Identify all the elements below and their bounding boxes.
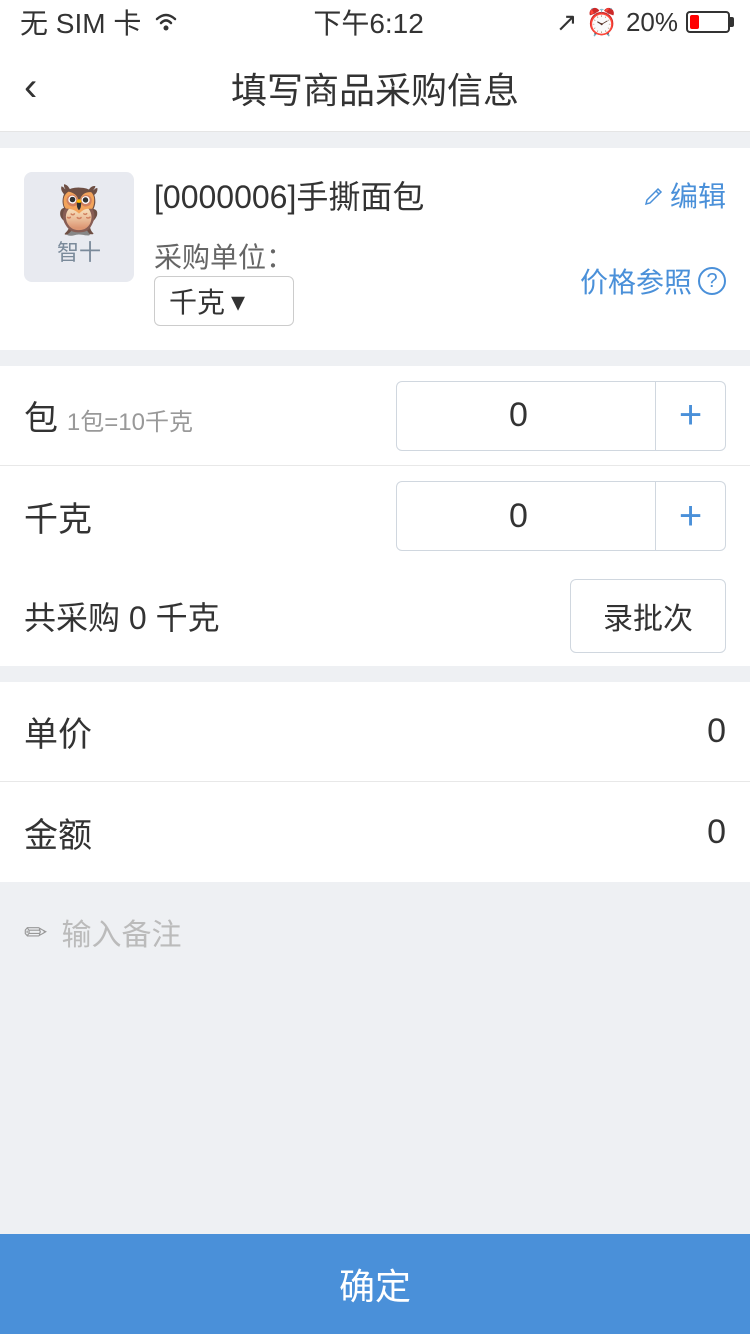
input-section: 包 1包=10千克 + 千克 +: [0, 366, 750, 566]
unit-label-group: 采购单位： 千克 ▾: [154, 236, 294, 326]
batch-button[interactable]: 录批次: [570, 579, 726, 653]
bag-label: 包: [24, 400, 58, 438]
info-icon: ?: [698, 267, 726, 295]
kg-quantity-input[interactable]: [396, 481, 656, 551]
bag-sub-label: 1包=10千克: [67, 409, 193, 436]
page-title: 填写商品采购信息: [231, 62, 519, 114]
unit-label: 采购单位：: [154, 242, 294, 273]
amount-value: 0: [707, 813, 726, 852]
price-ref-button[interactable]: 价格参照 ?: [580, 261, 726, 301]
owl-logo-text: 智十: [49, 235, 109, 267]
product-name-row: [0000006]手撕面包 编辑: [154, 172, 726, 218]
product-image: 🦉 智十: [24, 172, 134, 282]
nav-bar: ‹ 填写商品采购信息: [0, 44, 750, 132]
pencil-icon: ✏: [24, 916, 47, 949]
bag-input-row: 包 1包=10千克 +: [0, 366, 750, 466]
kg-label: 千克: [24, 501, 92, 539]
kg-input-control: +: [396, 481, 726, 551]
price-section: 单价 0 金额 0: [0, 682, 750, 882]
kg-plus-button[interactable]: +: [656, 481, 726, 551]
kg-input-row: 千克 +: [0, 466, 750, 566]
bag-quantity-input[interactable]: [396, 381, 656, 451]
sim-text: 无 SIM 卡: [20, 2, 141, 42]
summary-row: 共采购 0 千克 录批次: [0, 566, 750, 666]
mid-divider-1: [0, 350, 750, 366]
back-button[interactable]: ‹: [24, 65, 37, 110]
battery-percent: 20%: [626, 7, 678, 38]
summary-text: 共采购 0 千克: [24, 593, 220, 639]
edit-button[interactable]: 编辑: [644, 175, 726, 215]
unit-dropdown[interactable]: 千克 ▾: [154, 276, 294, 326]
product-name: [0000006]手撕面包: [154, 172, 424, 218]
status-time: 下午6:12: [313, 2, 424, 42]
amount-label: 金额: [24, 808, 92, 857]
alarm-icon: ⏰: [586, 7, 618, 38]
location-icon: ↗: [556, 7, 578, 38]
status-left: 无 SIM 卡: [20, 2, 181, 42]
unit-row: 采购单位： 千克 ▾ 价格参照 ?: [154, 236, 726, 326]
wifi-icon: [151, 6, 181, 38]
battery-icon: [686, 11, 730, 33]
unit-price-label: 单价: [24, 707, 92, 756]
bag-input-control: +: [396, 381, 726, 451]
remark-input[interactable]: 输入备注: [61, 910, 181, 954]
amount-row: 金额 0: [0, 782, 750, 882]
chevron-down-icon: ▾: [231, 285, 245, 318]
unit-price-value: 0: [707, 712, 726, 751]
status-right: ↗ ⏰ 20%: [556, 7, 730, 38]
product-info: [0000006]手撕面包 编辑 采购单位： 千克 ▾ 价格参照 ?: [154, 172, 726, 326]
bag-plus-button[interactable]: +: [656, 381, 726, 451]
owl-logo-icon: 🦉: [49, 187, 109, 235]
bag-label-group: 包 1包=10千克: [24, 391, 396, 440]
product-card: 🦉 智十 [0000006]手撕面包 编辑 采购单位： 千克 ▾: [0, 148, 750, 350]
mid-divider-2: [0, 666, 750, 682]
remark-section[interactable]: ✏ 输入备注: [0, 882, 750, 982]
confirm-button[interactable]: 确定: [0, 1234, 750, 1334]
top-divider: [0, 132, 750, 148]
status-bar: 无 SIM 卡 下午6:12 ↗ ⏰ 20%: [0, 0, 750, 44]
kg-label-group: 千克: [24, 492, 396, 541]
unit-price-row: 单价 0: [0, 682, 750, 782]
